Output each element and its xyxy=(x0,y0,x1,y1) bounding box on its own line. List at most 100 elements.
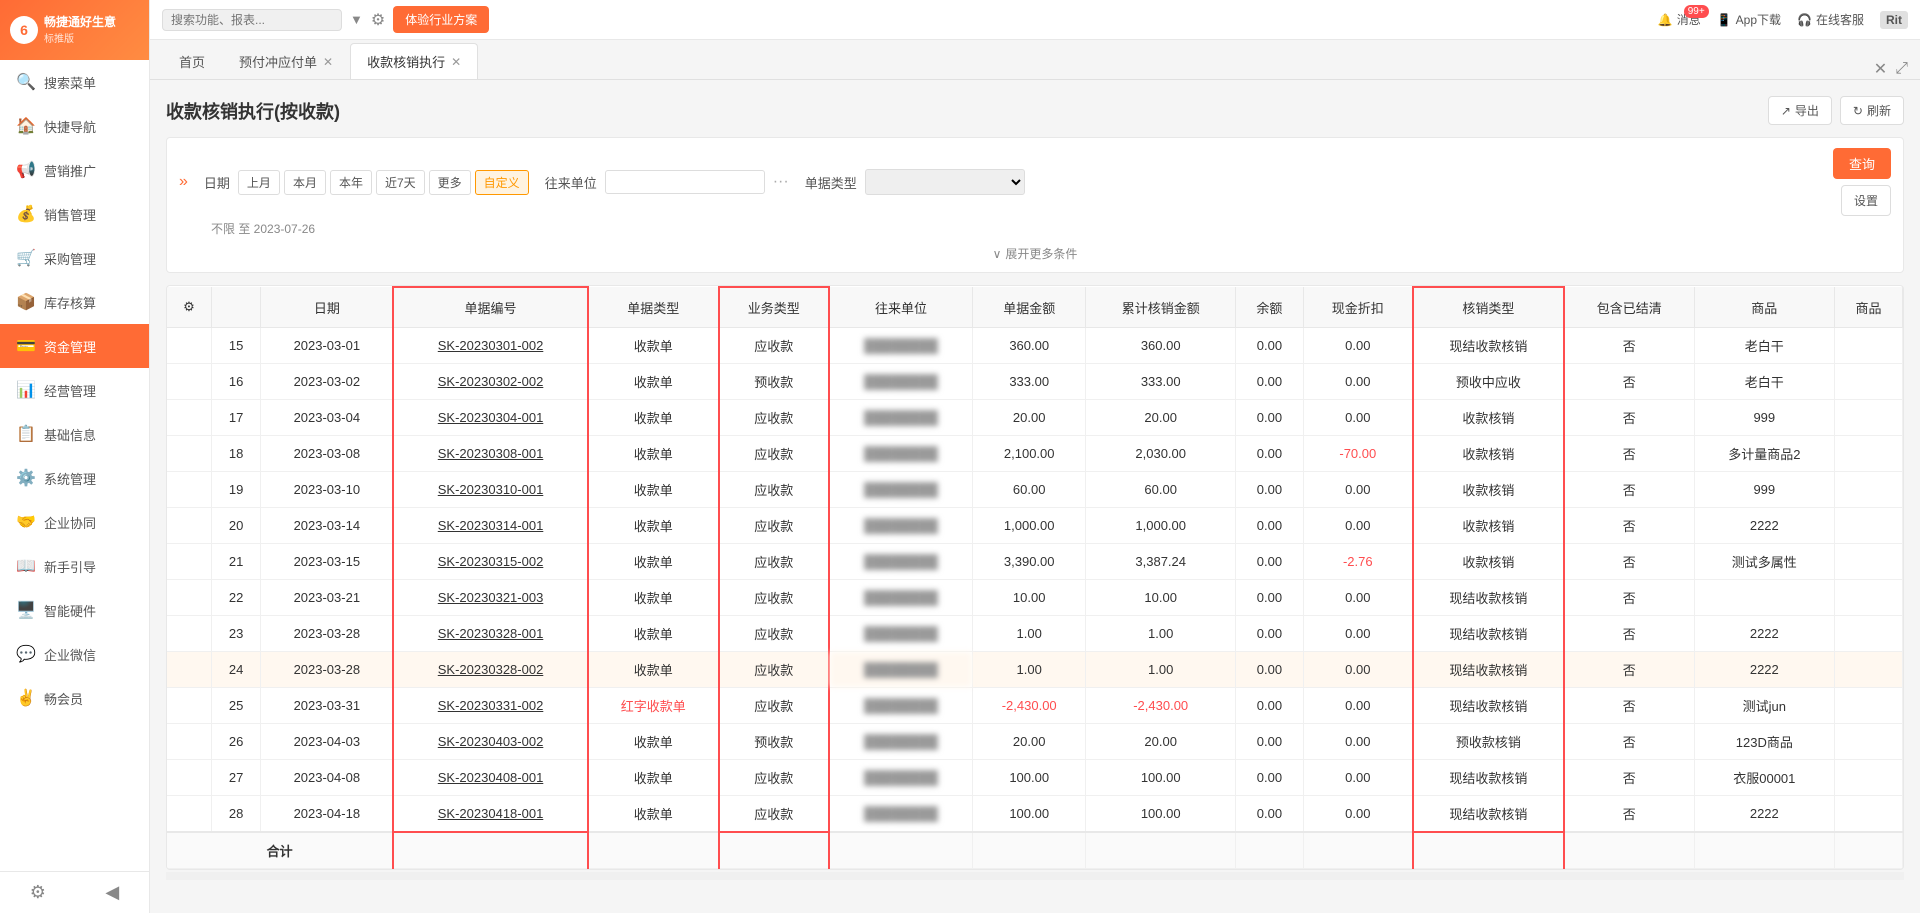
sidebar-item-marketing[interactable]: 📢 营销推广 xyxy=(0,148,149,192)
horizontal-scrollbar[interactable] xyxy=(166,872,1904,880)
expand-conditions-button[interactable]: ∨ 展开更多条件 xyxy=(993,245,1078,262)
td-biz-type: 应收款 xyxy=(719,796,829,833)
td-discount: 0.00 xyxy=(1303,400,1413,436)
sidebar-item-search[interactable]: 🔍 搜索菜单 xyxy=(0,60,149,104)
tab-home[interactable]: 首页 xyxy=(162,43,222,79)
refresh-button[interactable]: ↻ 刷新 xyxy=(1840,96,1904,125)
td-doc-no[interactable]: SK-20230301-002 xyxy=(393,328,588,364)
td-goods: 999 xyxy=(1694,400,1835,436)
sidebar-item-inventory[interactable]: 📦 库存核算 xyxy=(0,280,149,324)
td-index: 24 xyxy=(211,652,261,688)
td-doc-no[interactable]: SK-20230331-002 xyxy=(393,688,588,724)
tab-prepay[interactable]: 预付冲应付单 ✕ xyxy=(222,43,350,79)
td-amount: 1.00 xyxy=(973,616,1086,652)
td-balance: 0.00 xyxy=(1236,688,1304,724)
tab-close-active-icon[interactable]: ✕ xyxy=(451,55,461,69)
search-input[interactable] xyxy=(162,9,342,31)
more-date-btn[interactable]: 更多 xyxy=(429,170,471,195)
td-doc-no[interactable]: SK-20230304-001 xyxy=(393,400,588,436)
table-row: 232023-03-28SK-20230328-001收款单应收款███████… xyxy=(167,616,1903,652)
td-doc-no[interactable]: SK-20230321-003 xyxy=(393,580,588,616)
settings-filter-button[interactable]: 设置 xyxy=(1841,185,1891,216)
user-avatar[interactable]: Rit xyxy=(1880,11,1908,29)
td-biz-type: 预收款 xyxy=(719,364,829,400)
td-doc-no[interactable]: SK-20230315-002 xyxy=(393,544,588,580)
query-button[interactable]: 查询 xyxy=(1833,148,1891,179)
td-amount: 20.00 xyxy=(973,400,1086,436)
td-doc-type: 收款单 xyxy=(588,472,719,508)
last-month-btn[interactable]: 上月 xyxy=(238,170,280,195)
table-row: 262023-04-03SK-20230403-002收款单预收款███████… xyxy=(167,724,1903,760)
tab-close-icon[interactable]: ✕ xyxy=(323,55,333,69)
this-year-btn[interactable]: 本年 xyxy=(330,170,372,195)
sidebar-item-guide[interactable]: 📖 新手引导 xyxy=(0,544,149,588)
sidebar-item-member[interactable]: ✌️ 畅会员 xyxy=(0,676,149,720)
td-doc-no[interactable]: SK-20230328-002 xyxy=(393,652,588,688)
td-index: 28 xyxy=(211,796,261,833)
td-biz-type: 应收款 xyxy=(719,328,829,364)
sidebar-item-wechat[interactable]: 💬 企业微信 xyxy=(0,632,149,676)
td-index: 25 xyxy=(211,688,261,724)
td-doc-no[interactable]: SK-20230314-001 xyxy=(393,508,588,544)
th-settings[interactable]: ⚙ xyxy=(167,287,211,328)
td-include-settled: 否 xyxy=(1564,472,1694,508)
td-doc-no[interactable]: SK-20230308-001 xyxy=(393,436,588,472)
custom-date-btn[interactable]: 自定义 xyxy=(475,170,529,195)
this-month-btn[interactable]: 本月 xyxy=(284,170,326,195)
td-doc-no[interactable]: SK-20230418-001 xyxy=(393,796,588,833)
sidebar: 6 畅捷通好生意 标推版 🔍 搜索菜单 🏠 快捷导航 📢 营销推广 💰 销售管理… xyxy=(0,0,150,913)
table-row: 202023-03-14SK-20230314-001收款单应收款███████… xyxy=(167,508,1903,544)
td-doc-no[interactable]: SK-20230310-001 xyxy=(393,472,588,508)
app-download-button[interactable]: 📱 App下载 xyxy=(1717,11,1781,28)
td-balance: 0.00 xyxy=(1236,652,1304,688)
tab-expand-icon[interactable]: ⤢ xyxy=(1895,60,1908,78)
td-doc-type: 收款单 xyxy=(588,508,719,544)
td-date: 2023-04-03 xyxy=(261,724,393,760)
export-button[interactable]: ↗ 导出 xyxy=(1768,96,1832,125)
last-7-days-btn[interactable]: 近7天 xyxy=(376,170,425,195)
notification-button[interactable]: 🔔 消息 99+ xyxy=(1658,11,1701,28)
collapse-icon[interactable]: ◀ xyxy=(105,882,119,903)
td-goods: 2222 xyxy=(1694,508,1835,544)
td-verified: 3,387.24 xyxy=(1086,544,1236,580)
td-doc-no[interactable]: SK-20230302-002 xyxy=(393,364,588,400)
chevron-down-icon[interactable]: ▼ xyxy=(350,12,363,27)
td-goods2 xyxy=(1835,472,1903,508)
td-doc-no[interactable]: SK-20230328-001 xyxy=(393,616,588,652)
td-partner: ████████ xyxy=(829,472,973,508)
td-index: 19 xyxy=(211,472,261,508)
filter-collapse-icon[interactable]: » xyxy=(179,173,188,191)
sidebar-item-hardware[interactable]: 🖥️ 智能硬件 xyxy=(0,588,149,632)
td-doc-type: 收款单 xyxy=(588,652,719,688)
voucher-type-select[interactable] xyxy=(865,169,1025,195)
system-icon: ⚙️ xyxy=(16,468,36,488)
td-discount: -2.76 xyxy=(1303,544,1413,580)
dots-icon[interactable]: ··· xyxy=(773,173,789,191)
partner-input[interactable] xyxy=(605,170,765,194)
td-doc-no[interactable]: SK-20230403-002 xyxy=(393,724,588,760)
sidebar-item-quicknav[interactable]: 🏠 快捷导航 xyxy=(0,104,149,148)
tab-close-all-icon[interactable]: ✕ xyxy=(1874,59,1887,79)
table-row: 162023-03-02SK-20230302-002收款单预收款███████… xyxy=(167,364,1903,400)
partner-label: 往来单位 xyxy=(545,173,597,192)
tab-collection[interactable]: 收款核销执行 ✕ xyxy=(350,43,478,79)
settings-icon[interactable]: ⚙ xyxy=(371,10,385,30)
settings-bottom-icon[interactable]: ⚙ xyxy=(30,882,46,903)
td-checkbox xyxy=(167,796,211,833)
sidebar-item-system[interactable]: ⚙️ 系统管理 xyxy=(0,456,149,500)
sidebar-item-basic[interactable]: 📋 基础信息 xyxy=(0,412,149,456)
sidebar-item-sales[interactable]: 💰 销售管理 xyxy=(0,192,149,236)
customer-service-button[interactable]: 🎧 在线客服 xyxy=(1797,11,1864,28)
td-doc-no[interactable]: SK-20230408-001 xyxy=(393,760,588,796)
sidebar-item-operations[interactable]: 📊 经营管理 xyxy=(0,368,149,412)
topbar-left: ▼ ⚙ 体验行业方案 xyxy=(162,6,1648,33)
basic-icon: 📋 xyxy=(16,424,36,444)
table-header-row: ⚙ 日期 单据编号 单据类型 业务类型 往来单位 单据金额 累计核销金额 余额 … xyxy=(167,287,1903,328)
sidebar-item-finance[interactable]: 💳 资金管理 xyxy=(0,324,149,368)
table-row: 272023-04-08SK-20230408-001收款单应收款███████… xyxy=(167,760,1903,796)
sidebar-item-corp[interactable]: 🤝 企业协同 xyxy=(0,500,149,544)
sidebar-item-purchase[interactable]: 🛒 采购管理 xyxy=(0,236,149,280)
table-settings-icon[interactable]: ⚙ xyxy=(183,299,195,314)
industry-button[interactable]: 体验行业方案 xyxy=(393,6,489,33)
th-partner: 往来单位 xyxy=(829,287,973,328)
